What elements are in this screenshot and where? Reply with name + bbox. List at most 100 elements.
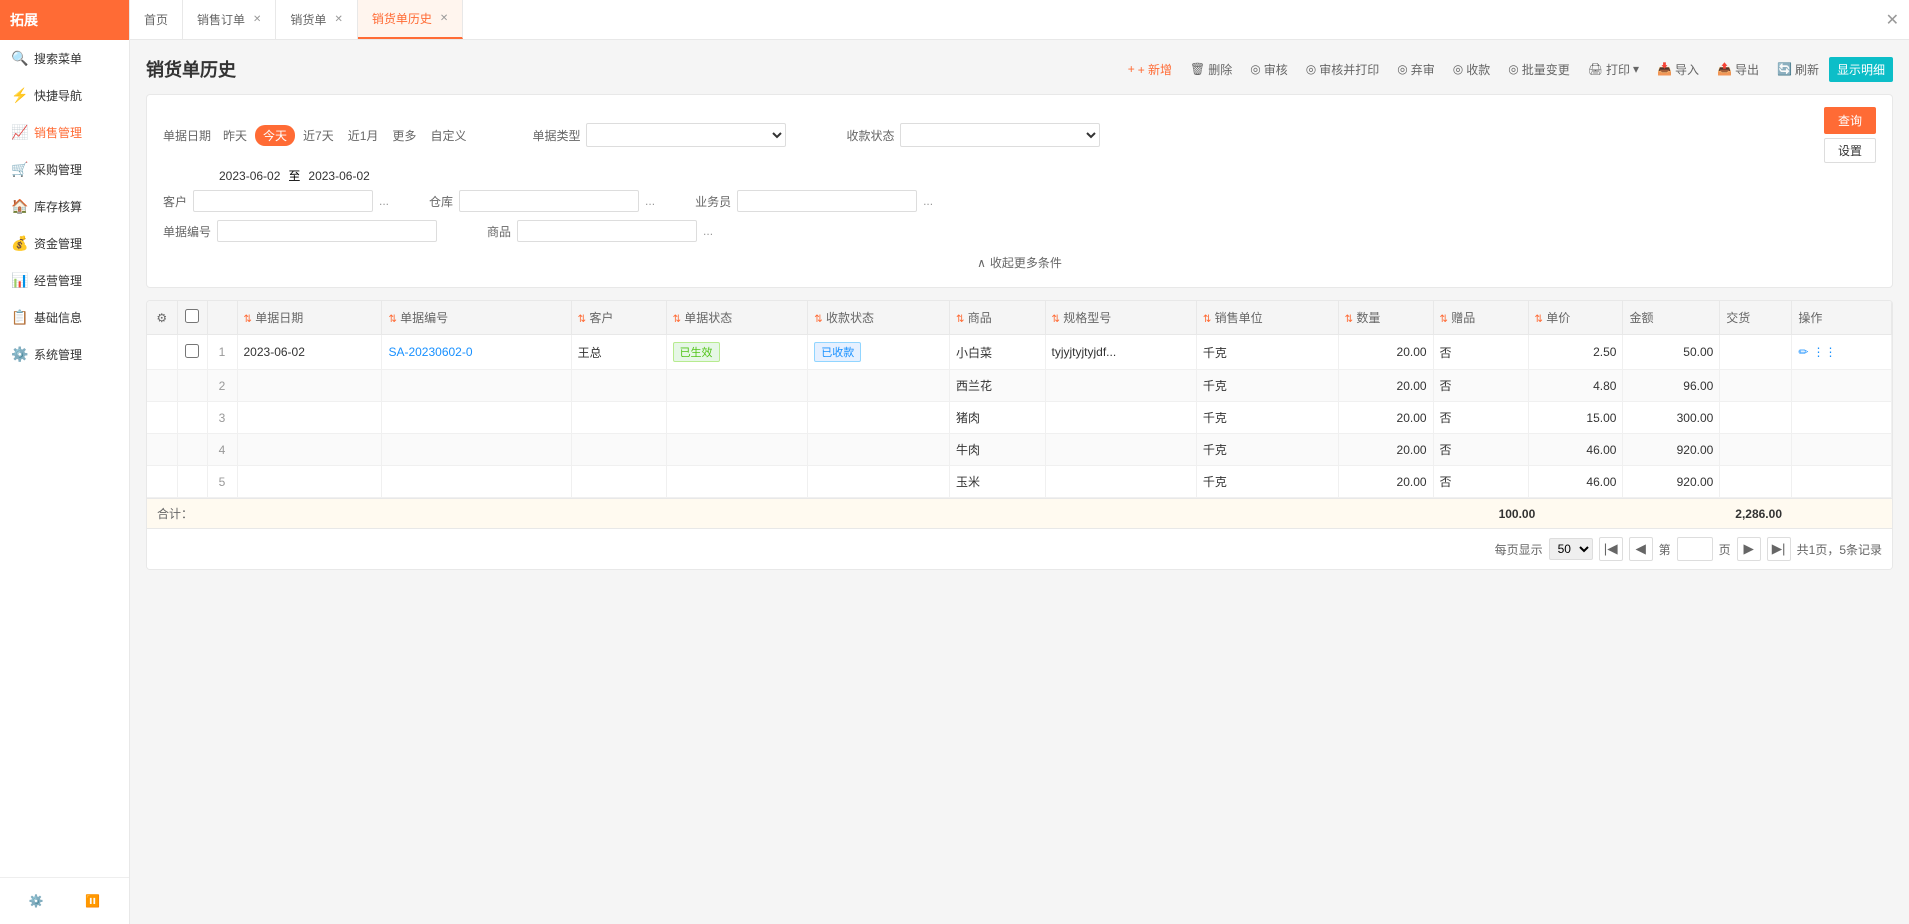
th-check[interactable] [177, 301, 207, 335]
import-button[interactable]: 📥 导入 [1649, 57, 1707, 82]
print-review-button[interactable]: ◎ 审核并打印 [1298, 57, 1388, 82]
select-all-checkbox[interactable] [185, 309, 199, 323]
query-button[interactable]: 查询 [1824, 107, 1876, 134]
next-page-btn[interactable]: ▶ [1737, 537, 1761, 561]
filter-doctype-select[interactable] [586, 123, 786, 147]
show-detail-button[interactable]: 显示明细 [1829, 57, 1893, 82]
sidebar: 拓展 🔍 搜索菜单 ⚡ 快捷导航 📈 销售管理 🛒 采购管理 🏠 库存核算 💰 … [0, 0, 130, 924]
sidebar-item-purchase[interactable]: 🛒 采购管理 [0, 151, 129, 188]
import-icon: 📥 [1657, 62, 1672, 76]
page-input[interactable]: 1 [1677, 537, 1713, 561]
goods-ellipsis[interactable]: ... [703, 224, 713, 238]
th-goods[interactable]: ⇅ 商品 [950, 301, 1046, 335]
edit-btn[interactable]: ✏ [1798, 345, 1808, 359]
sidebar-settings-btn[interactable]: ⚙️ [17, 886, 56, 916]
sidebar-item-inventory[interactable]: 🏠 库存核算 [0, 188, 129, 225]
per-page-select[interactable]: 50 [1549, 538, 1593, 560]
footer-values: 100.00 2,286.00 [1499, 507, 1782, 521]
batch-change-button[interactable]: ◎ 批量变更 [1500, 57, 1578, 82]
th-quantity[interactable]: ⇅ 数量 [1338, 301, 1433, 335]
sidebar-item-sys-mgmt[interactable]: ⚙️ 系统管理 [0, 336, 129, 373]
delete-button[interactable]: 🗑 删除 [1182, 57, 1240, 82]
th-docno[interactable]: ⇅ 单据编号 [382, 301, 571, 335]
tab-bar: 首页 销售订单 ✕ 销货单 ✕ 销货单历史 ✕ ✕ [130, 0, 1909, 40]
td-gift: 否 [1433, 370, 1528, 402]
house-icon: 🏠 [12, 199, 28, 215]
th-collectstatus[interactable]: ⇅ 收款状态 [808, 301, 950, 335]
td-docno[interactable] [382, 370, 571, 402]
tab-sales-order-close[interactable]: ✕ [253, 14, 261, 25]
sidebar-item-basic-info[interactable]: 📋 基础信息 [0, 299, 129, 336]
window-close-btn[interactable]: ✕ [1886, 10, 1899, 30]
collect-button[interactable]: ◎ 收款 [1445, 57, 1499, 82]
shortcut-more[interactable]: 更多 [386, 125, 422, 146]
date-separator: 至 [288, 167, 300, 184]
abandon-button[interactable]: ◎ 弃审 [1389, 57, 1443, 82]
filter-salesman-input[interactable] [737, 190, 917, 212]
setting-button[interactable]: 设置 [1824, 138, 1876, 163]
tab-sales-history[interactable]: 销货单历史 ✕ [358, 0, 463, 39]
shortcut-yesterday[interactable]: 昨天 [217, 125, 253, 146]
sidebar-item-finance[interactable]: 💰 资金管理 [0, 225, 129, 262]
td-docno[interactable] [382, 434, 571, 466]
customer-ellipsis[interactable]: ... [379, 194, 389, 208]
td-check[interactable] [177, 335, 207, 370]
sidebar-item-search[interactable]: 🔍 搜索菜单 [0, 40, 129, 77]
tab-sales-history-close[interactable]: ✕ [440, 13, 448, 24]
salesman-ellipsis[interactable]: ... [923, 194, 933, 208]
filter-customer-input[interactable] [193, 190, 373, 212]
tab-sales-order[interactable]: 销售订单 ✕ [183, 0, 276, 39]
filter-customer-item: 客户 ... [163, 190, 389, 212]
td-settings [147, 370, 177, 402]
sidebar-item-sales[interactable]: 📈 销售管理 [0, 114, 129, 151]
th-unitprice[interactable]: ⇅ 单价 [1528, 301, 1623, 335]
shortcut-1month[interactable]: 近1月 [342, 125, 385, 146]
sidebar-item-operations[interactable]: 📊 经营管理 [0, 262, 129, 299]
first-page-btn[interactable]: |◀ [1599, 537, 1623, 561]
filter-collect-status-select[interactable] [900, 123, 1100, 147]
print-button[interactable]: 🖨 打印 ▾ [1580, 57, 1647, 82]
td-amount: 300.00 [1623, 402, 1720, 434]
refresh-button[interactable]: 🔄 刷新 [1769, 57, 1827, 82]
td-docno[interactable] [382, 466, 571, 498]
th-docstatus[interactable]: ⇅ 单据状态 [666, 301, 808, 335]
td-docno[interactable] [382, 402, 571, 434]
filter-docno-input[interactable] [217, 220, 437, 242]
tab-home[interactable]: 首页 [130, 0, 183, 39]
shortcut-today[interactable]: 今天 [255, 125, 295, 146]
filter-warehouse-input[interactable] [459, 190, 639, 212]
th-customer[interactable]: ⇅ 客户 [571, 301, 666, 335]
review-label: 审核 [1264, 61, 1288, 78]
tab-sales-delivery[interactable]: 销货单 ✕ [276, 0, 357, 39]
th-specmodel[interactable]: ⇅ 规格型号 [1045, 301, 1196, 335]
collapse-button[interactable]: ∧ 收起更多条件 [973, 250, 1066, 275]
td-check[interactable] [177, 434, 207, 466]
warehouse-ellipsis[interactable]: ... [645, 194, 655, 208]
row-checkbox[interactable] [185, 344, 199, 358]
td-check[interactable] [177, 402, 207, 434]
shortcut-7days[interactable]: 近7天 [297, 125, 340, 146]
sidebar-toggle-btn[interactable]: ⏸️ [73, 886, 112, 916]
th-gift[interactable]: ⇅ 赠品 [1433, 301, 1528, 335]
th-salesunit[interactable]: ⇅ 销售单位 [1196, 301, 1338, 335]
td-docdate: 2023-06-02 [237, 335, 382, 370]
th-settings[interactable]: ⚙ [147, 301, 177, 335]
filter-goods-input[interactable] [517, 220, 697, 242]
td-check[interactable] [177, 466, 207, 498]
more-btn[interactable]: ⋮⋮ [1812, 345, 1836, 359]
td-check[interactable] [177, 370, 207, 402]
new-button[interactable]: + + 新增 [1120, 57, 1180, 82]
footer-label: 合计： [157, 505, 193, 522]
td-settings [147, 335, 177, 370]
td-docno[interactable]: SA-20230602-0 [382, 335, 571, 370]
sidebar-item-quicknav[interactable]: ⚡ 快捷导航 [0, 77, 129, 114]
th-docdate[interactable]: ⇅ 单据日期 [237, 301, 382, 335]
review-button[interactable]: ◎ 审核 [1242, 57, 1296, 82]
shortcut-custom[interactable]: 自定义 [424, 125, 472, 146]
prev-page-btn[interactable]: ◀ [1629, 537, 1653, 561]
td-docdate [237, 434, 382, 466]
last-page-btn[interactable]: ▶| [1767, 537, 1791, 561]
tab-sales-delivery-close[interactable]: ✕ [334, 14, 342, 25]
export-button[interactable]: 📤 导出 [1709, 57, 1767, 82]
footer-total-quantity: 100.00 [1499, 507, 1536, 521]
